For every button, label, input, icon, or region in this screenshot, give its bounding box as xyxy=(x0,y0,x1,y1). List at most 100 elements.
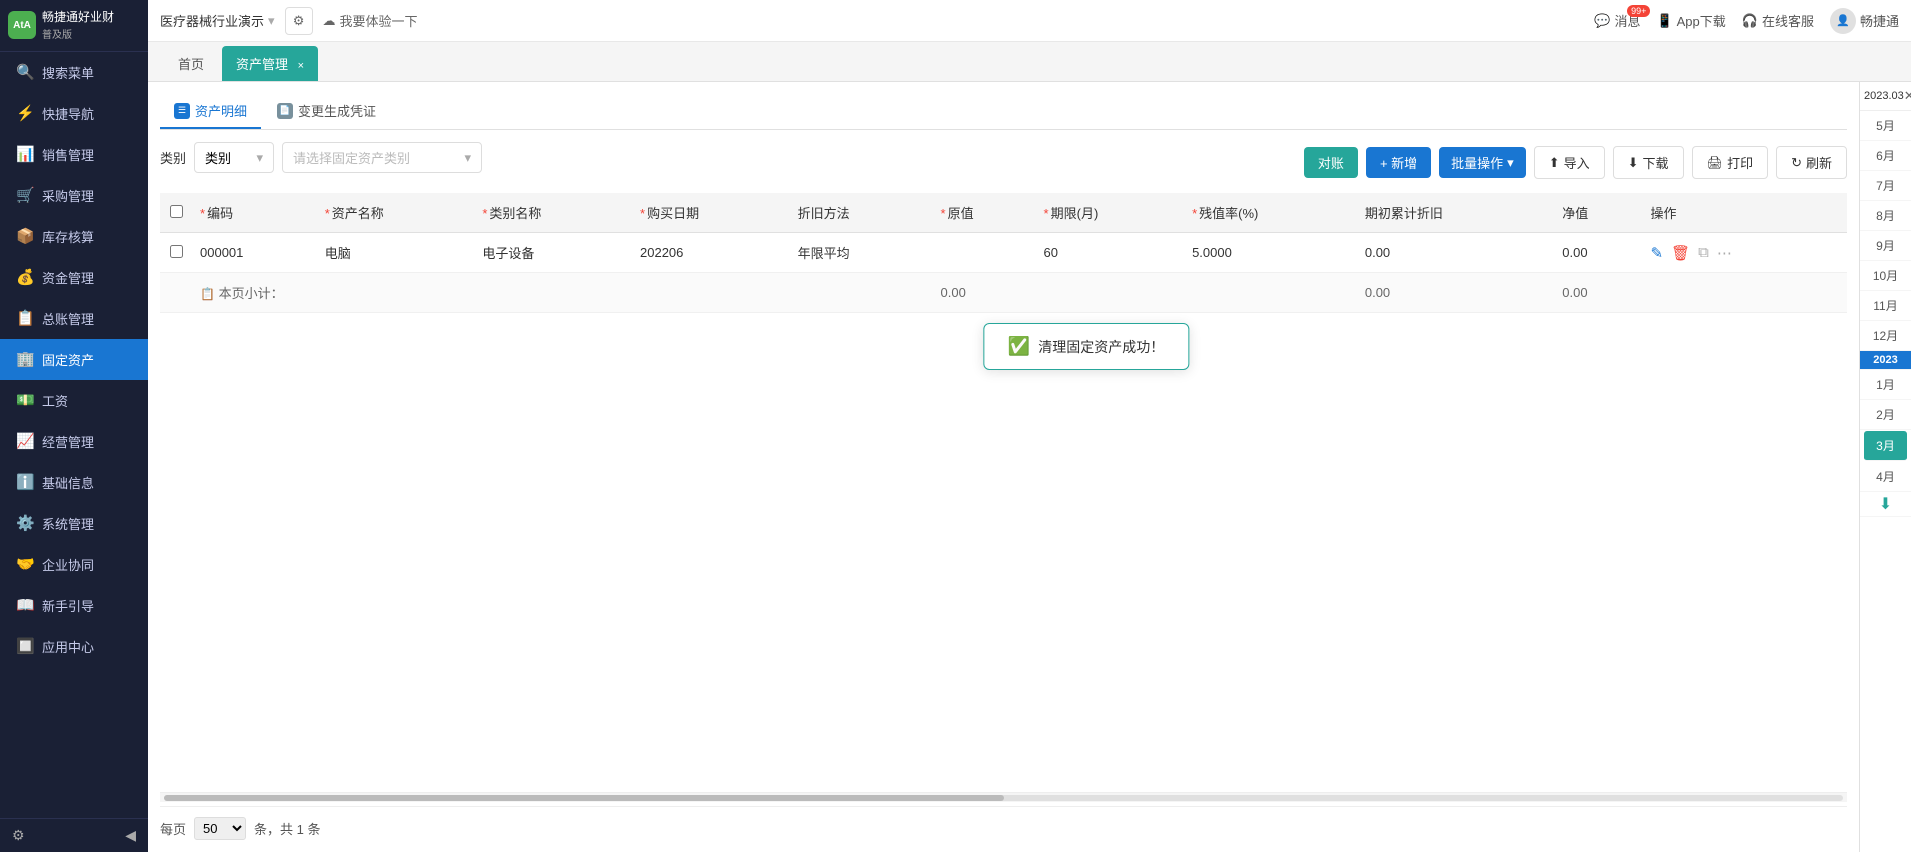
company-selector[interactable]: 医疗器械行业演示 ▾ xyxy=(160,11,275,30)
cal-month-1[interactable]: 1月 xyxy=(1860,370,1911,400)
sidebar-item-label: 销售管理 xyxy=(42,145,94,164)
refresh-button[interactable]: ↻ 刷新 xyxy=(1776,146,1847,179)
sidebar-item-label: 经营管理 xyxy=(42,432,94,451)
row-asset-name: 电脑 xyxy=(317,233,475,273)
table-header-name: *资产名称 xyxy=(317,193,475,233)
sidebar-item-sales[interactable]: 📊 销售管理 xyxy=(0,134,148,175)
cal-month-8[interactable]: 8月 xyxy=(1860,201,1911,231)
select-all-checkbox[interactable] xyxy=(170,205,183,218)
company-settings-button[interactable]: ⚙ xyxy=(285,7,313,35)
sidebar-item-salary[interactable]: 💵 工资 xyxy=(0,380,148,421)
collapse-icon[interactable]: ◀ xyxy=(125,827,136,844)
cal-month-7[interactable]: 7月 xyxy=(1860,171,1911,201)
app-subtitle: 普及版 xyxy=(42,26,114,41)
cal-month-3-current[interactable]: 3月 xyxy=(1864,431,1907,461)
row-code: 000001 xyxy=(192,233,317,273)
batch-operations-button[interactable]: 批量操作 ▾ xyxy=(1439,147,1526,178)
user-menu[interactable]: 👤 畅捷通 xyxy=(1830,8,1899,34)
sidebar-item-inventory[interactable]: 📦 库存核算 xyxy=(0,216,148,257)
asset-table: *编码 *资产名称 *类别名称 *购买日期 折旧方法 xyxy=(160,193,1847,313)
sidebar-item-fixed-assets[interactable]: 🏢 固定资产 xyxy=(0,339,148,380)
cal-month-9[interactable]: 9月 xyxy=(1860,231,1911,261)
sidebar-item-purchase[interactable]: 🛒 采购管理 xyxy=(0,175,148,216)
sidebar-item-label: 资金管理 xyxy=(42,268,94,287)
tab-asset-management[interactable]: 资产管理 × xyxy=(222,46,318,81)
subtotal-net: 0.00 xyxy=(1554,273,1642,313)
company-name: 医疗器械行业演示 xyxy=(160,11,264,30)
cal-month-4[interactable]: 4月 xyxy=(1860,462,1911,492)
quicknav-icon: ⚡ xyxy=(16,104,34,122)
cal-month-6[interactable]: 6月 xyxy=(1860,141,1911,171)
horizontal-scrollbar[interactable] xyxy=(160,792,1847,802)
cal-scroll-down[interactable]: ⬇ xyxy=(1860,492,1911,517)
ledger-icon: 📋 xyxy=(16,309,34,327)
download-icon: ⬇ xyxy=(1628,155,1639,171)
subtotal-actions xyxy=(1643,273,1848,313)
scrollbar-thumb[interactable] xyxy=(164,795,1004,801)
asset-table-wrap: *编码 *资产名称 *类别名称 *购买日期 折旧方法 xyxy=(160,193,1847,792)
sidebar-scroll: 🔍 搜索菜单 ⚡ 快捷导航 📊 销售管理 🛒 采购管理 📦 库存核算 💰 资金管… xyxy=(0,52,148,818)
import-button[interactable]: ⬆ 导入 xyxy=(1534,146,1605,179)
more-icon[interactable]: ⋯ xyxy=(1717,244,1732,262)
print-button[interactable]: 🖨 打印 xyxy=(1692,146,1769,179)
refresh-icon: ↻ xyxy=(1791,155,1802,171)
reconcile-button[interactable]: 对账 xyxy=(1304,147,1358,178)
sidebar-item-appcenter[interactable]: 🔲 应用中心 xyxy=(0,626,148,667)
sub-tabs: ☰ 资产明细 📄 变更生成凭证 xyxy=(160,94,1847,130)
check-icon: ✅ xyxy=(1008,336,1030,357)
add-button[interactable]: + 新增 xyxy=(1366,147,1431,178)
batch-label: 批量操作 xyxy=(1451,153,1503,172)
table-header-purchase-date: *购买日期 xyxy=(632,193,790,233)
sidebar-item-search[interactable]: 🔍 搜索菜单 xyxy=(0,52,148,93)
cal-month-12[interactable]: 12月 xyxy=(1860,321,1911,351)
table-header-checkbox[interactable] xyxy=(160,193,192,233)
sidebar-item-collab[interactable]: 🤝 企业协同 xyxy=(0,544,148,585)
subtotal-empty-check xyxy=(160,273,192,313)
online-service-button[interactable]: 🎧 在线客服 xyxy=(1742,11,1814,30)
cal-month-10[interactable]: 10月 xyxy=(1860,261,1911,291)
category-search-select[interactable]: 请选择固定资产类别 ▾ xyxy=(282,142,482,173)
sub-tab-voucher-label: 变更生成凭证 xyxy=(298,101,376,120)
sidebar-item-label: 固定资产 xyxy=(42,350,94,369)
sidebar-item-management[interactable]: 📈 经营管理 xyxy=(0,421,148,462)
cal-month-5[interactable]: 5月 xyxy=(1860,111,1911,141)
calendar-close-button[interactable]: ✕ xyxy=(1904,88,1911,104)
copy-icon[interactable]: ⧉ xyxy=(1698,244,1709,261)
table-header-code: *编码 xyxy=(192,193,317,233)
messages-button[interactable]: 💬 消息 99+ xyxy=(1594,11,1640,30)
sidebar: AtA 畅捷通好业财 普及版 🔍 搜索菜单 ⚡ 快捷导航 📊 销售管理 🛒 采购… xyxy=(0,0,148,852)
sidebar-item-guide[interactable]: 📖 新手引导 xyxy=(0,585,148,626)
tab-home[interactable]: 首页 xyxy=(164,46,218,81)
toolbar: 类别 类别 ▾ 请选择固定资产类别 ▾ 对账 xyxy=(160,142,1847,183)
sidebar-item-quicknav[interactable]: ⚡ 快捷导航 xyxy=(0,93,148,134)
sidebar-item-ledger[interactable]: 📋 总账管理 xyxy=(0,298,148,339)
cal-month-2[interactable]: 2月 xyxy=(1860,400,1911,430)
app-download-button[interactable]: 📱 App下载 xyxy=(1656,11,1725,30)
cal-month-11[interactable]: 11月 xyxy=(1860,291,1911,321)
row-checkbox-cell[interactable] xyxy=(160,233,192,273)
sidebar-item-basicinfo[interactable]: ℹ️ 基础信息 xyxy=(0,462,148,503)
row-checkbox[interactable] xyxy=(170,245,183,258)
delete-icon[interactable]: 🗑 xyxy=(1671,244,1690,262)
sub-tab-voucher[interactable]: 📄 变更生成凭证 xyxy=(263,94,390,129)
sidebar-item-sysadmin[interactable]: ⚙️ 系统管理 xyxy=(0,503,148,544)
subtotal-label: 📋 本页小计： xyxy=(192,273,790,313)
per-page-select[interactable]: 50 100 200 xyxy=(194,817,246,840)
experience-label: 我要体验一下 xyxy=(340,11,418,30)
calendar-panel: 2023.03 ✕ ⤢ 5月 6月 7月 8月 9月 10月 11月 12月 2… xyxy=(1859,82,1911,852)
sidebar-item-finance[interactable]: 💰 资金管理 xyxy=(0,257,148,298)
sub-tab-asset-detail[interactable]: ☰ 资产明细 xyxy=(160,94,261,129)
category-type-select[interactable]: 类别 ▾ xyxy=(194,142,274,173)
tab-close-icon[interactable]: × xyxy=(298,60,304,72)
download-button[interactable]: ⬇ 下载 xyxy=(1613,146,1684,179)
topbar-right: 💬 消息 99+ 📱 App下载 🎧 在线客服 👤 畅捷通 xyxy=(1594,8,1899,34)
voucher-icon: 📄 xyxy=(277,103,293,119)
edit-icon[interactable]: ✎ xyxy=(1651,244,1664,262)
subtotal-original: 0.00 xyxy=(933,273,1036,313)
settings-icon[interactable]: ⚙ xyxy=(12,827,25,844)
sidebar-item-label: 系统管理 xyxy=(42,514,94,533)
pagination: 每页 50 100 200 条，共 1 条 xyxy=(160,806,1847,840)
sidebar-item-label: 基础信息 xyxy=(42,473,94,492)
topbar: 医疗器械行业演示 ▾ ⚙ ☁ 我要体验一下 💬 消息 99+ 📱 App下载 🎧… xyxy=(148,0,1911,42)
experience-button[interactable]: ☁ 我要体验一下 xyxy=(323,11,418,30)
